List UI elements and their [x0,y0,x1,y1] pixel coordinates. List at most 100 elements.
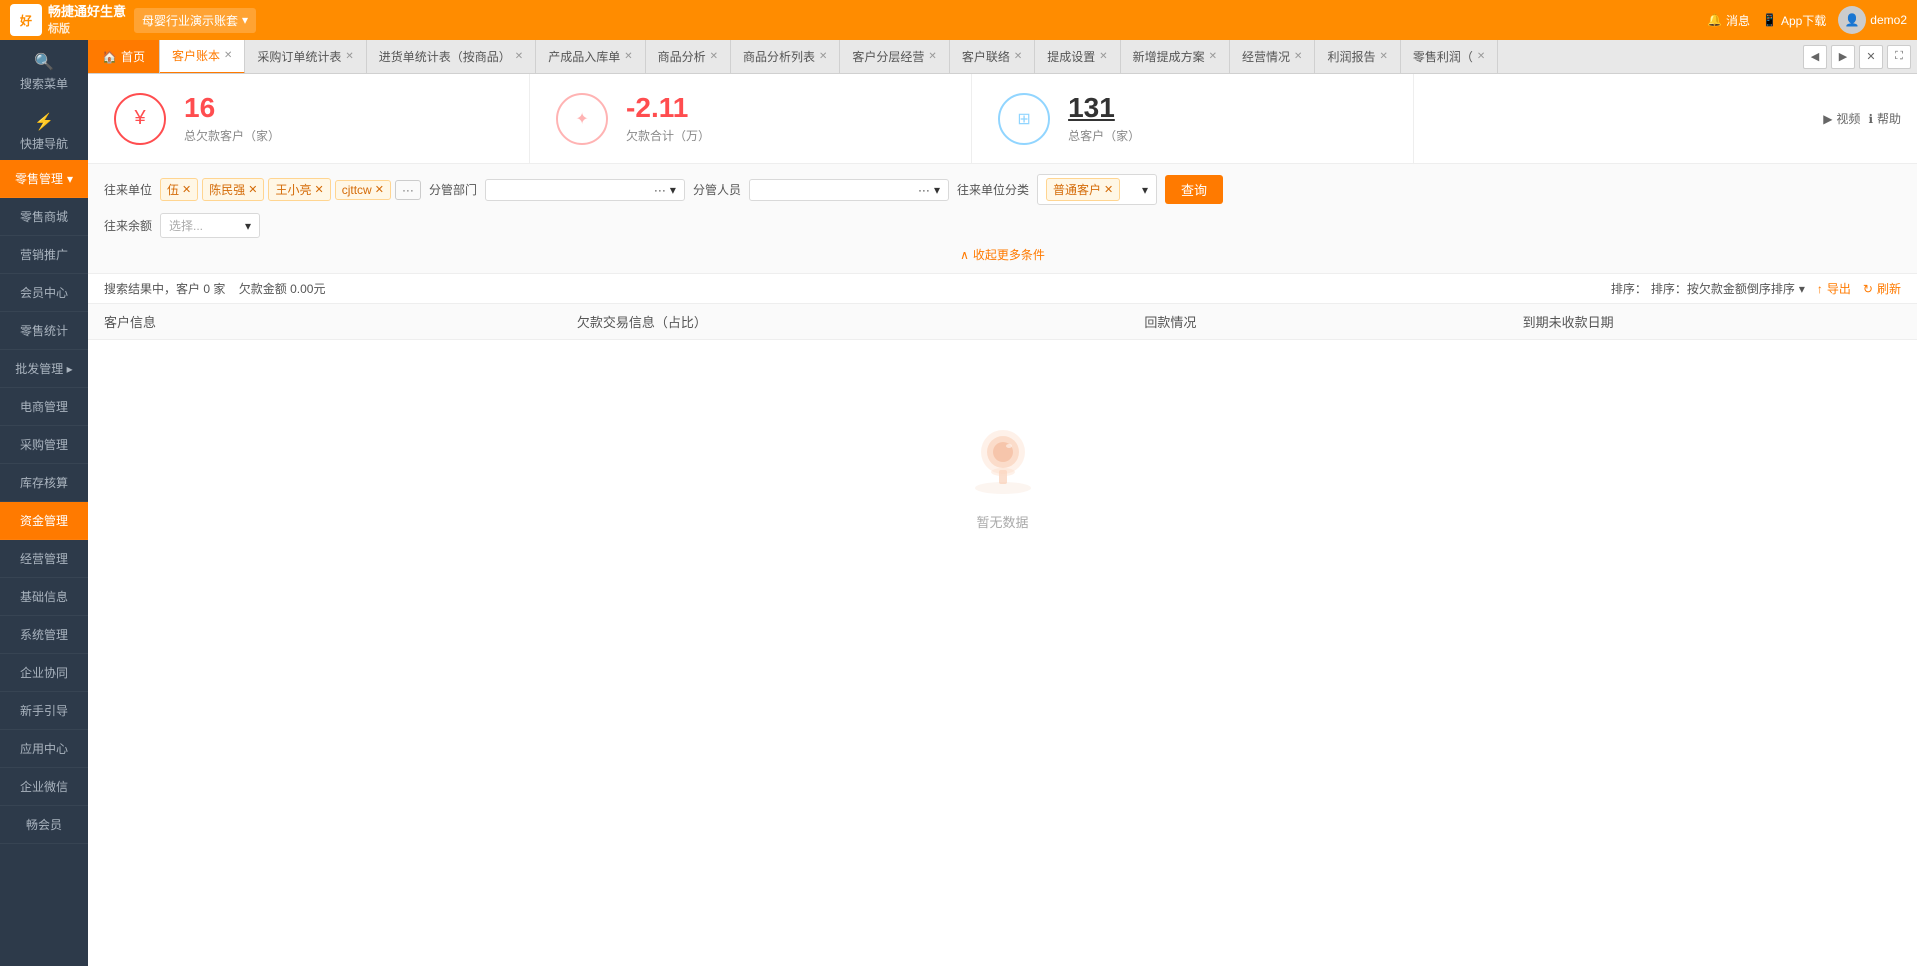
sidebar-item-finance[interactable]: 资金管理 [0,502,88,540]
remove-wu-tag[interactable]: ✕ [182,183,191,196]
filter-tag-wu[interactable]: 伍 ✕ [160,178,198,201]
help-button[interactable]: ℹ 帮助 [1868,110,1901,127]
tab-scroll-right[interactable]: ▶ [1831,45,1855,69]
tab-product-analysis-list[interactable]: 商品分析列表 ✕ [731,40,840,74]
sidebar-item-retail-stats[interactable]: 零售统计 [0,312,88,350]
download-icon: 📱 [1762,13,1777,27]
tab-customer-tier[interactable]: 客户分层经营 ✕ [840,40,949,74]
sidebar-item-enterprise-coop[interactable]: 企业协同 [0,654,88,692]
unit-class-filter-select[interactable]: 普通客户 ✕ ▾ [1037,174,1157,205]
sidebar-item-quick-nav[interactable]: ⚡ 快捷导航 [0,104,88,160]
tab-add-solution[interactable]: 新增提成方案 ✕ [1121,40,1230,74]
tab-close-add-solution[interactable]: ✕ [1209,51,1217,62]
col-collection-status: 回款情况 [1144,312,1522,331]
tab-customer-contact[interactable]: 客户联络 ✕ [950,40,1035,74]
user-name: demo2 [1870,13,1907,27]
sidebar-item-enterprise-wechat[interactable]: 企业微信 [0,768,88,806]
sidebar-item-inventory[interactable]: 库存核算 [0,464,88,502]
unit-class-tag[interactable]: 普通客户 ✕ [1046,178,1120,201]
tab-reminder-settings[interactable]: 提成设置 ✕ [1035,40,1120,74]
tab-purchase-stats[interactable]: 进货单统计表（按商品） ✕ [367,40,536,74]
video-button[interactable]: ▶ 视频 [1823,110,1860,127]
sidebar-item-basic-info[interactable]: 基础信息 [0,578,88,616]
search-menu-button[interactable]: 🔍 搜索菜单 [0,40,88,104]
sidebar-item-retail-mall[interactable]: 零售商城 [0,198,88,236]
sidebar-item-system[interactable]: 系统管理 [0,616,88,654]
filter-tag-chen[interactable]: 陈民强 ✕ [202,178,264,201]
remove-wang-tag[interactable]: ✕ [315,183,324,196]
filter-area: 往来单位 伍 ✕ 陈民强 ✕ 王小亮 ✕ [88,164,1917,274]
sidebar-item-marketing[interactable]: 营销推广 [0,236,88,274]
sort-icon: 排序： [1611,280,1647,297]
tab-business-status[interactable]: 经营情况 ✕ [1230,40,1315,74]
filter-tag-wang[interactable]: 王小亮 ✕ [268,178,330,201]
tab-close-product-instock[interactable]: ✕ [624,51,632,62]
remove-unit-class-tag[interactable]: ✕ [1104,183,1113,196]
sidebar-item-new-guide[interactable]: 新手引导 [0,692,88,730]
sidebar-item-app-center[interactable]: 应用中心 [0,730,88,768]
store-selector[interactable]: 母婴行业演示账套 ▾ [134,8,256,33]
tab-close-product-analysis-list[interactable]: ✕ [819,51,827,62]
tab-home[interactable]: 🏠 首页 [88,40,160,74]
sort-select[interactable]: 排序： 排序：按欠款金额倒序排序 ▾ [1611,280,1805,297]
tab-product-analysis[interactable]: 商品分析 ✕ [646,40,731,74]
stat-icon-debt: ✦ [554,91,610,147]
tab-product-instock[interactable]: 产成品入库单 ✕ [536,40,645,74]
more-tags-button[interactable]: ··· [395,180,421,200]
tab-profit-report[interactable]: 利润报告 ✕ [1315,40,1400,74]
message-button[interactable]: 🔔 消息 [1707,12,1750,29]
tab-purchase-order[interactable]: 采购订单统计表 ✕ [245,40,366,74]
tab-close-purchase-order[interactable]: ✕ [345,51,353,62]
export-button[interactable]: ↑ 导出 [1817,280,1851,297]
user-profile[interactable]: 👤 demo2 [1838,6,1907,34]
sort-chevron-icon: ▾ [1799,282,1805,296]
sidebar-item-wholesale[interactable]: 批发管理 ▸ [0,350,88,388]
table-header: 客户信息 欠款交易信息（占比） 回款情况 到期未收款日期 [88,304,1917,340]
app-download-button[interactable]: 📱 App下载 [1762,12,1826,29]
tab-close-purchase-stats[interactable]: ✕ [515,51,523,62]
chevron-down-unit-class: ▾ [1142,183,1148,197]
remove-chen-tag[interactable]: ✕ [248,183,257,196]
balance-placeholder: 选择... [169,217,241,234]
tab-close-business-status[interactable]: ✕ [1294,51,1302,62]
tab-customer-balance[interactable]: 客户账本 ✕ [160,40,245,74]
sidebar-item-vip-member[interactable]: 畅会员 [0,806,88,844]
collapse-button[interactable]: ∧ 收起更多条件 [960,246,1045,263]
tab-close-customer-balance[interactable]: ✕ [224,50,232,61]
stats-row: ¥ 16 总欠款客户（家） ✦ -2.11 欠款合计（万） [88,74,1917,164]
tab-close-product-analysis[interactable]: ✕ [710,51,718,62]
nav-icon: ⚡ [4,112,84,132]
customer-count: 0 [203,282,210,296]
result-actions: 排序： 排序：按欠款金额倒序排序 ▾ ↑ 导出 ↻ 刷新 [1611,280,1901,297]
tab-close-profit-report[interactable]: ✕ [1379,51,1387,62]
tab-close-all[interactable]: ✕ [1859,45,1883,69]
tab-close-reminder-settings[interactable]: ✕ [1099,51,1107,62]
result-info: 搜索结果中，客户 0 家 欠款金额 0.00元 [104,280,325,297]
app-download-label: App下载 [1781,12,1826,29]
sidebar-item-retail[interactable]: 零售管理 ▾ [0,160,88,198]
sidebar-item-member[interactable]: 会员中心 [0,274,88,312]
tab-close-customer-contact[interactable]: ✕ [1014,51,1022,62]
tab-close-customer-tier[interactable]: ✕ [928,51,936,62]
stat-label-total: 总客户（家） [1068,127,1140,144]
stat-info-debt: -2.11 欠款合计（万） [626,93,710,145]
customers-circle-icon: ¥ [114,93,166,145]
remove-cjttcw-tag[interactable]: ✕ [375,183,384,196]
refresh-button[interactable]: ↻ 刷新 [1863,280,1901,297]
sidebar-item-operation[interactable]: 经营管理 [0,540,88,578]
query-button[interactable]: 查询 [1165,175,1223,204]
sidebar-item-purchase[interactable]: 采购管理 [0,426,88,464]
filter-tag-cjttcw[interactable]: cjttcw ✕ [335,180,391,200]
dept-filter-select[interactable]: ··· ▾ [485,179,685,201]
tab-scroll-left[interactable]: ◀ [1803,45,1827,69]
unit-filter-label: 往来单位 [104,181,152,198]
balance-filter-select[interactable]: 选择... ▾ [160,213,260,238]
person-filter-select[interactable]: ··· ▾ [749,179,949,201]
empty-state: 暂无数据 [88,340,1917,611]
stat-block-total-customers: ⊞ 131 总客户（家） [972,74,1414,163]
tab-fullscreen[interactable]: ⛶ [1887,45,1911,69]
tab-retail-profit[interactable]: 零售利润（ ✕ [1401,40,1498,74]
tab-close-retail-profit[interactable]: ✕ [1477,51,1485,62]
video-icon: ▶ [1823,112,1832,126]
sidebar-item-ecommerce[interactable]: 电商管理 [0,388,88,426]
